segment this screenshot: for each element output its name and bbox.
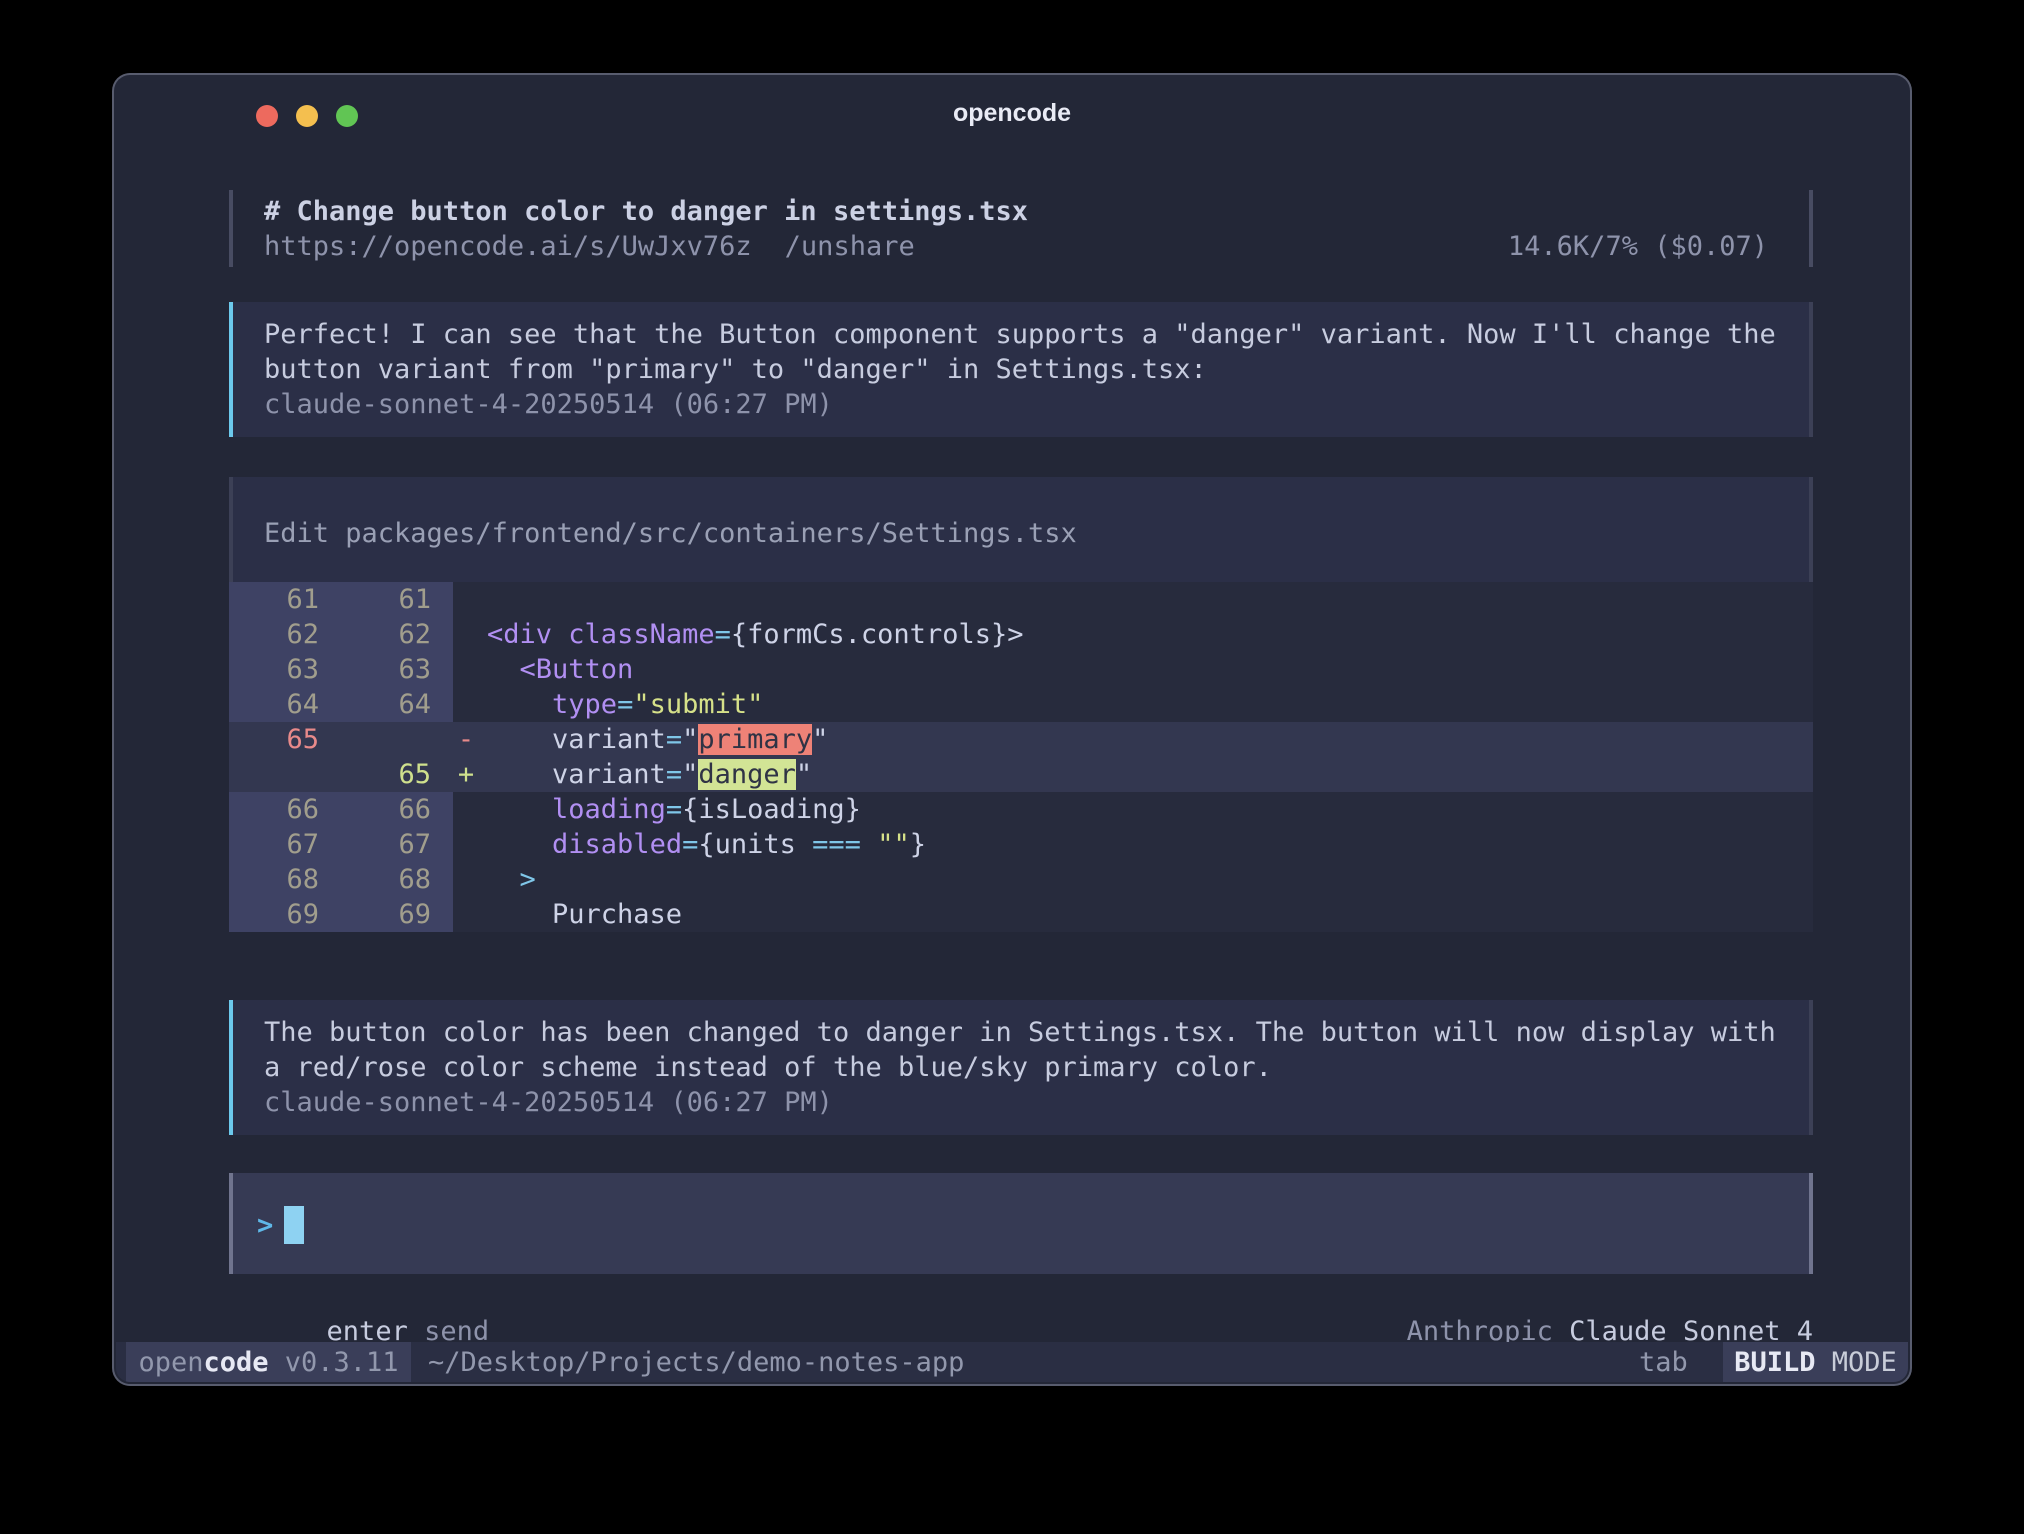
line-number-old: 63 (229, 652, 341, 687)
mode-name: BUILD (1734, 1345, 1815, 1380)
app-version: v0.3.11 (269, 1345, 399, 1380)
line-number-old: 62 (229, 617, 341, 652)
line-number-old: 67 (229, 827, 341, 862)
message-right-border (1809, 302, 1813, 437)
prompt-symbol: > (257, 1208, 273, 1243)
working-directory: ~/Desktop/Projects/demo-notes-app (428, 1342, 964, 1382)
share-url-link[interactable]: https://opencode.ai/s/UwJxv76z (264, 229, 752, 264)
message-line: The button color has been changed to dan… (264, 1015, 1778, 1050)
input-left-border (229, 1173, 233, 1274)
text-cursor (284, 1206, 304, 1244)
message-right-border (1809, 1000, 1813, 1135)
code-line: disabled={units === ""} (479, 827, 1813, 862)
message-line: Perfect! I can see that the Button compo… (264, 317, 1778, 352)
diff-row: 6161 (229, 582, 1813, 617)
line-number-new: 64 (341, 687, 453, 722)
diff-sign (453, 687, 479, 722)
mode-suffix: MODE (1816, 1345, 1897, 1380)
mode-badge[interactable]: BUILD MODE (1723, 1342, 1908, 1382)
line-number-new: 61 (341, 582, 453, 617)
message-accent-border (229, 302, 233, 437)
diff-row: 6363 <Button (229, 652, 1813, 687)
app-name-open: open (138, 1345, 203, 1380)
diff-row: 65 - variant="primary" (229, 722, 1813, 757)
line-number-old: 65 (229, 722, 341, 757)
diff-row: 6262 <div className={formCs.controls}> (229, 617, 1813, 652)
model-timestamp: claude-sonnet-4-20250514 (06:27 PM) (264, 387, 1778, 422)
tab-key-hint: tab (1639, 1342, 1688, 1382)
session-title: # Change button color to danger in setti… (264, 194, 1768, 229)
diff-row: 6868 > (229, 862, 1813, 897)
token-usage: 14.6K/7% ($0.07) (1508, 229, 1768, 264)
diff-sign (453, 897, 479, 932)
line-number-new: 69 (341, 897, 453, 932)
code-line (479, 582, 1813, 617)
code-line: type="submit" (479, 687, 1813, 722)
model-timestamp: claude-sonnet-4-20250514 (06:27 PM) (264, 1085, 1778, 1120)
line-number-new: 63 (341, 652, 453, 687)
status-bar: opencode v0.3.11 ~/Desktop/Projects/demo… (116, 1342, 1908, 1382)
line-number-old: 68 (229, 862, 341, 897)
line-number-new: 66 (341, 792, 453, 827)
diff-sign (453, 862, 479, 897)
app-version-badge: opencode v0.3.11 (126, 1342, 411, 1382)
prompt-input[interactable]: > (229, 1173, 1813, 1274)
message-accent-border (229, 1000, 233, 1135)
code-line: loading={isLoading} (479, 792, 1813, 827)
line-number-new: 68 (341, 862, 453, 897)
diff-row: 6969 Purchase (229, 897, 1813, 932)
line-number-old: 64 (229, 687, 341, 722)
line-number-new (341, 722, 453, 757)
titlebar: opencode (116, 77, 1908, 147)
code-line: <div className={formCs.controls}> (479, 617, 1813, 652)
line-number-old (229, 757, 341, 792)
message-line: a red/rose color scheme instead of the b… (264, 1050, 1778, 1085)
message-line: button variant from "primary" to "danger… (264, 352, 1778, 387)
diff-sign (453, 792, 479, 827)
diff-row: 6666 loading={isLoading} (229, 792, 1813, 827)
share-header: # Change button color to danger in setti… (229, 190, 1813, 267)
line-number-old: 61 (229, 582, 341, 617)
line-number-old: 69 (229, 897, 341, 932)
assistant-message-2: The button color has been changed to dan… (229, 1000, 1813, 1135)
line-number-new: 67 (341, 827, 453, 862)
window-title: opencode (116, 96, 1908, 131)
line-number-old: 66 (229, 792, 341, 827)
diff-sign: - (453, 722, 479, 757)
diff-sign (453, 827, 479, 862)
code-line: > (479, 862, 1813, 897)
code-line: Purchase (479, 897, 1813, 932)
code-line: <Button (479, 652, 1813, 687)
edit-tool-block: Edit packages/frontend/src/containers/Se… (229, 477, 1813, 932)
diff-sign: + (453, 757, 479, 792)
line-number-new: 65 (341, 757, 453, 792)
diff-sign (453, 617, 479, 652)
code-line: variant="primary" (479, 722, 1813, 757)
share-header-right-border (1809, 190, 1813, 267)
edit-tool-header: Edit packages/frontend/src/containers/Se… (229, 477, 1813, 551)
share-header-left-border (229, 190, 233, 267)
diff-row: 6767 disabled={units === ""} (229, 827, 1813, 862)
diff-sign (453, 652, 479, 687)
diff-rows: 61616262 <div className={formCs.controls}… (229, 582, 1813, 932)
assistant-message-1: Perfect! I can see that the Button compo… (229, 302, 1813, 437)
app-name-code: code (203, 1345, 268, 1380)
code-line: variant="danger" (479, 757, 1813, 792)
opencode-window: opencode # Change button color to danger… (114, 75, 1910, 1384)
line-number-new: 62 (341, 617, 453, 652)
diff-sign (453, 582, 479, 617)
diff-row: 6464 type="submit" (229, 687, 1813, 722)
unshare-command[interactable]: /unshare (785, 229, 915, 264)
diff-row: 65+ variant="danger" (229, 757, 1813, 792)
input-right-border (1809, 1173, 1813, 1274)
hint-row: enter send Anthropic Claude Sonnet 4 (229, 1279, 1813, 1314)
